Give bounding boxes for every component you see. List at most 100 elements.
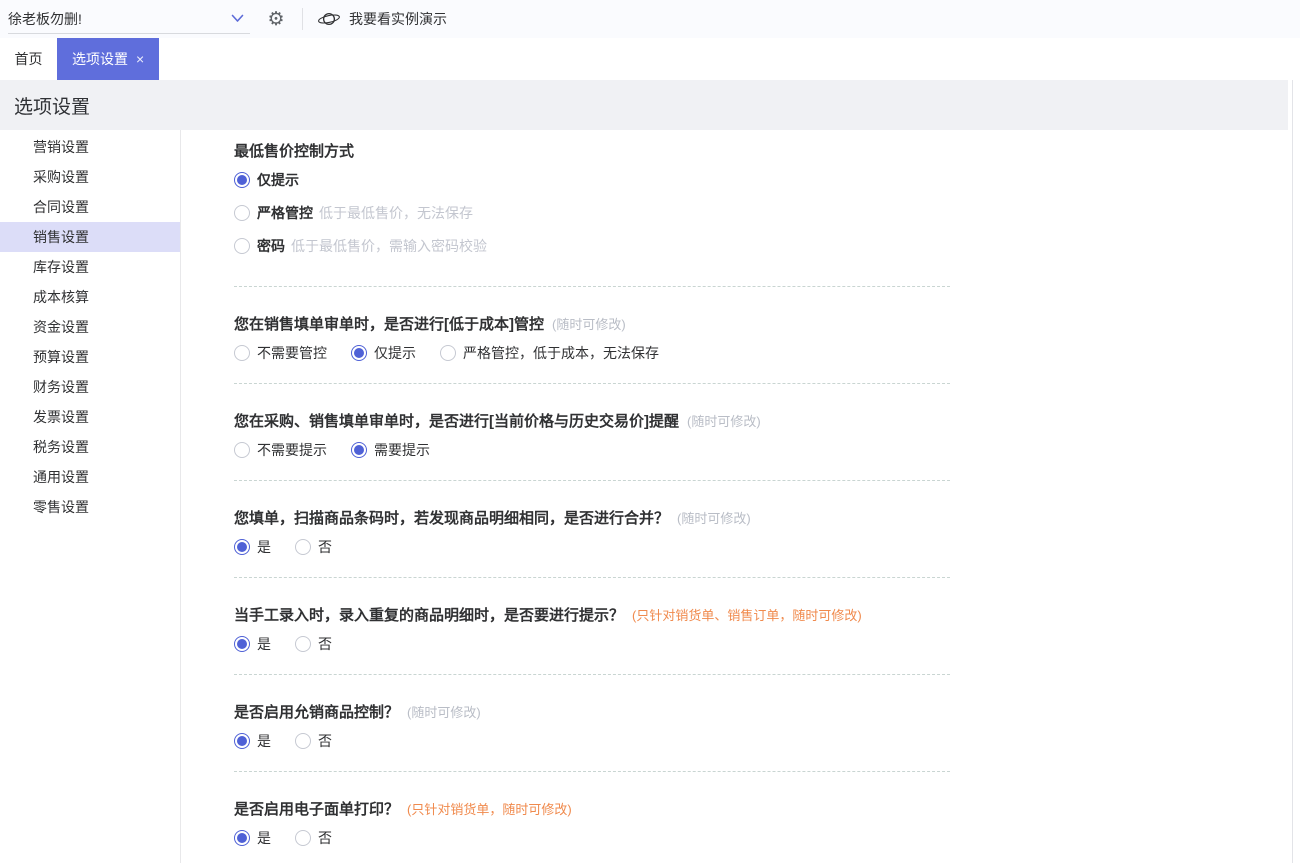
settings-sidebar: 营销设置 采购设置 合同设置 销售设置 库存设置 成本核算 资金设置 预算设置 财务设置 发票设置… xyxy=(0,130,181,863)
sidebar-item[interactable]: 库存设置 xyxy=(0,252,180,282)
page-title-strip: 选项设置 xyxy=(0,80,1288,130)
radio-group: 不需要管控 仅提示 严格管控，低于成本，无法保存 xyxy=(234,343,950,363)
radio-option[interactable]: 严格管控，低于成本，无法保存 xyxy=(440,343,659,363)
radio-option[interactable]: 仅提示 xyxy=(351,343,416,363)
setting-group-hint: (只针对销货单，随时可修改) xyxy=(407,802,572,817)
radio-button-selected[interactable] xyxy=(234,636,250,652)
radio-label: 不需要管控 xyxy=(257,345,327,361)
topbar: 徐老板勿删! ⚙ 我要看实例演示 xyxy=(0,0,1300,38)
sidebar-item[interactable]: 采购设置 xyxy=(0,162,180,192)
radio-button[interactable] xyxy=(234,442,250,458)
sidebar-item[interactable]: 成本核算 xyxy=(0,282,180,312)
radio-button-selected[interactable] xyxy=(351,442,367,458)
scrollbar-track[interactable] xyxy=(1292,80,1293,863)
radio-label: 否 xyxy=(318,733,332,749)
radio-button-selected[interactable] xyxy=(234,172,250,188)
tab-close-icon[interactable]: × xyxy=(136,51,144,67)
radio-button-selected[interactable] xyxy=(234,733,250,749)
chevron-down-icon xyxy=(231,14,244,22)
radio-button[interactable] xyxy=(234,238,250,254)
sidebar-item[interactable]: 预算设置 xyxy=(0,342,180,372)
setting-group-title-text: 您填单，扫描商品条码时，若发现商品明细相同，是否进行合并？ xyxy=(234,510,670,527)
radio-option[interactable]: 否 xyxy=(295,537,332,557)
setting-group-title: 您在采购、销售填单审单时，是否进行[当前价格与历史交易价]提醒 (随时可修改) xyxy=(234,410,950,431)
setting-group: 是否启用允销商品控制？ (随时可修改) 是否 xyxy=(234,701,950,772)
setting-group-title-text: 您在采购、销售填单审单时，是否进行[当前价格与历史交易价]提醒 xyxy=(234,413,679,430)
radio-label: 仅提示 xyxy=(257,172,299,188)
setting-group: 您填单，扫描商品条码时，若发现商品明细相同，是否进行合并？ (随时可修改) 是否 xyxy=(234,507,950,578)
radio-label: 是 xyxy=(257,733,271,749)
settings-content: 最低售价控制方式 仅提示 严格管控 低于最低售价，无法保存 密码 低于最低售价，需输入密码… xyxy=(181,130,1300,863)
sidebar-item[interactable]: 销售设置 xyxy=(0,222,180,252)
radio-label: 需要提示 xyxy=(374,442,430,458)
setting-group-title: 最低售价控制方式 xyxy=(234,140,950,161)
radio-button-selected[interactable] xyxy=(234,539,250,555)
sidebar-item[interactable]: 发票设置 xyxy=(0,402,180,432)
radio-option[interactable]: 是 xyxy=(234,537,271,557)
sidebar-item[interactable]: 资金设置 xyxy=(0,312,180,342)
tab-active-label: 选项设置 xyxy=(72,51,128,67)
radio-option[interactable]: 否 xyxy=(295,634,332,654)
tab-home[interactable]: 首页 xyxy=(0,38,57,80)
setting-group-title-text: 是否启用电子面单打印？ xyxy=(234,801,400,818)
radio-label: 是 xyxy=(257,636,271,652)
sidebar-item[interactable]: 营销设置 xyxy=(0,132,180,162)
topbar-divider xyxy=(302,8,303,30)
page-title: 选项设置 xyxy=(14,96,91,118)
radio-button[interactable] xyxy=(295,636,311,652)
radio-option[interactable]: 否 xyxy=(295,731,332,751)
page-body: 营销设置 采购设置 合同设置 销售设置 库存设置 成本核算 资金设置 预算设置 财务设置 发票设置… xyxy=(0,130,1300,863)
radio-label: 仅提示 xyxy=(374,345,416,361)
radio-button-selected[interactable] xyxy=(234,830,250,846)
setting-group-hint: (随时可修改) xyxy=(552,317,626,332)
setting-group-hint: (只针对销货单、销售订单，随时可修改) xyxy=(632,608,862,623)
setting-group-hint: (随时可修改) xyxy=(687,414,761,429)
radio-label: 严格管控 xyxy=(257,205,313,221)
demo-link[interactable]: 我要看实例演示 xyxy=(317,9,447,29)
setting-group-title: 当手工录入时，录入重复的商品明细时，是否要进行提示？ (只针对销货单、销售订单，随… xyxy=(234,604,950,625)
setting-group-title-text: 最低售价控制方式 xyxy=(234,143,355,160)
account-select-value: 徐老板勿删! xyxy=(8,10,82,27)
setting-group-title-text: 当手工录入时，录入重复的商品明细时，是否要进行提示？ xyxy=(234,607,625,624)
radio-option[interactable]: 不需要提示 xyxy=(234,440,327,460)
radio-option[interactable]: 否 xyxy=(295,828,332,848)
radio-button[interactable] xyxy=(295,830,311,846)
setting-group-title: 您填单，扫描商品条码时，若发现商品明细相同，是否进行合并？ (随时可修改) xyxy=(234,507,950,528)
radio-option[interactable]: 是 xyxy=(234,634,271,654)
radio-button[interactable] xyxy=(234,345,250,361)
gear-icon[interactable]: ⚙ xyxy=(264,7,288,31)
account-select[interactable]: 徐老板勿删! xyxy=(8,4,250,34)
setting-group-title: 是否启用电子面单打印？ (只针对销货单，随时可修改) xyxy=(234,798,950,819)
radio-option[interactable]: 密码 低于最低售价，需输入密码校验 xyxy=(234,236,950,256)
radio-group: 是否 xyxy=(234,731,950,751)
setting-group-hint: (随时可修改) xyxy=(677,511,751,526)
radio-label: 密码 xyxy=(257,238,285,254)
radio-option[interactable]: 不需要管控 xyxy=(234,343,327,363)
radio-group: 是否 xyxy=(234,828,950,848)
sidebar-item[interactable]: 财务设置 xyxy=(0,372,180,402)
setting-group: 是否启用电子面单打印？ (只针对销货单，随时可修改) 是否 xyxy=(234,798,950,863)
radio-option[interactable]: 严格管控 低于最低售价，无法保存 xyxy=(234,203,950,223)
sidebar-item[interactable]: 通用设置 xyxy=(0,462,180,492)
sidebar-item[interactable]: 合同设置 xyxy=(0,192,180,222)
setting-group-title-text: 您在销售填单审单时，是否进行[低于成本]管控 xyxy=(234,316,544,333)
sidebar-item[interactable]: 税务设置 xyxy=(0,432,180,462)
radio-option[interactable]: 需要提示 xyxy=(351,440,430,460)
setting-group-title: 是否启用允销商品控制？ (随时可修改) xyxy=(234,701,950,722)
radio-option[interactable]: 是 xyxy=(234,731,271,751)
setting-group: 您在销售填单审单时，是否进行[低于成本]管控 (随时可修改) 不需要管控 仅提示 严格管… xyxy=(234,313,950,384)
setting-group-title-text: 是否启用允销商品控制？ xyxy=(234,704,400,721)
radio-button-selected[interactable] xyxy=(351,345,367,361)
radio-button[interactable] xyxy=(234,205,250,221)
radio-group: 是否 xyxy=(234,537,950,557)
radio-option[interactable]: 仅提示 xyxy=(234,170,950,190)
radio-label: 严格管控，低于成本，无法保存 xyxy=(463,345,659,361)
setting-group-hint: (随时可修改) xyxy=(407,705,481,720)
radio-button[interactable] xyxy=(295,539,311,555)
radio-option-hint: 低于最低售价，无法保存 xyxy=(319,205,473,221)
sidebar-item[interactable]: 零售设置 xyxy=(0,492,180,522)
radio-button[interactable] xyxy=(440,345,456,361)
tab-option-settings[interactable]: 选项设置 × xyxy=(57,38,160,80)
radio-option[interactable]: 是 xyxy=(234,828,271,848)
radio-button[interactable] xyxy=(295,733,311,749)
